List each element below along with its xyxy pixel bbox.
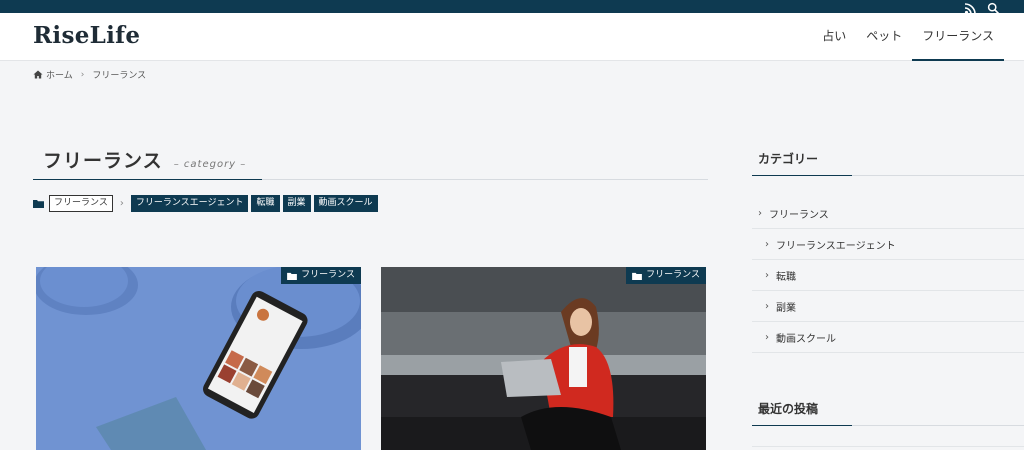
- sidebar: カテゴリー › フリーランス › フリーランスエージェント › 転職 › 副業 …: [752, 140, 1024, 447]
- category-list: › フリーランス › フリーランスエージェント › 転職 › 副業 › 動画スク…: [752, 198, 1024, 353]
- widget-title: カテゴリー: [752, 140, 1024, 176]
- chevron-right-icon: ›: [765, 238, 769, 250]
- nav-item-freelance[interactable]: フリーランス: [912, 13, 1004, 61]
- site-logo[interactable]: RiseLife: [33, 22, 140, 49]
- folder-icon: [33, 200, 44, 208]
- post-thumbnail: [36, 267, 361, 450]
- tag-child[interactable]: フリーランスエージェント: [130, 195, 249, 212]
- folder-icon: [632, 272, 643, 280]
- tag-child[interactable]: 副業: [282, 195, 311, 212]
- nav-item-pet[interactable]: ペット: [856, 13, 912, 61]
- widget-title-label: カテゴリー: [752, 140, 852, 176]
- breadcrumb: ホーム › フリーランス: [33, 68, 146, 81]
- category-item[interactable]: › フリーランスエージェント: [752, 229, 1024, 260]
- tag-child[interactable]: 転職: [251, 195, 280, 212]
- home-icon: [33, 70, 43, 79]
- chevron-right-icon: ›: [765, 269, 769, 281]
- recent-posts-widget: 最近の投稿: [752, 390, 1024, 447]
- post-thumbnail: [381, 267, 706, 450]
- post-category-badge: フリーランス: [281, 267, 361, 284]
- folder-icon: [287, 272, 298, 280]
- post-category-badge: フリーランス: [626, 267, 706, 284]
- chevron-right-icon: ›: [80, 69, 85, 80]
- tag-current[interactable]: フリーランス: [49, 195, 113, 212]
- site-header: RiseLife 占い ペット フリーランス: [0, 13, 1024, 61]
- page-subtitle: – category –: [173, 159, 247, 170]
- divider: [752, 446, 1024, 447]
- category-header: フリーランス – category –: [33, 140, 708, 180]
- top-bar: [0, 0, 1024, 15]
- chevron-right-icon: ›: [758, 207, 762, 219]
- widget-title: 最近の投稿: [752, 390, 1024, 426]
- widget-title-label: 最近の投稿: [752, 390, 852, 426]
- category-item[interactable]: › フリーランス: [752, 198, 1024, 229]
- page-title: フリーランス: [43, 150, 163, 172]
- category-item[interactable]: › 副業: [752, 291, 1024, 322]
- chevron-right-icon: ›: [765, 300, 769, 312]
- breadcrumb-home[interactable]: ホーム: [46, 68, 73, 81]
- post-card[interactable]: フリーランス: [36, 267, 361, 450]
- rss-icon[interactable]: [964, 0, 977, 15]
- chevron-right-icon: ›: [119, 198, 124, 209]
- tag-child[interactable]: 動画スクール: [313, 195, 378, 212]
- category-item[interactable]: › 転職: [752, 260, 1024, 291]
- global-nav: 占い ペット フリーランス: [812, 13, 1004, 61]
- post-card[interactable]: フリーランス: [381, 267, 706, 450]
- category-tag-list: フリーランス › フリーランスエージェント 転職 副業 動画スクール: [33, 195, 381, 212]
- search-icon[interactable]: [987, 0, 1000, 15]
- breadcrumb-current: フリーランス: [92, 71, 147, 81]
- chevron-right-icon: ›: [765, 331, 769, 343]
- category-item[interactable]: › 動画スクール: [752, 322, 1024, 353]
- nav-item-uranai[interactable]: 占い: [812, 13, 856, 61]
- category-widget: カテゴリー › フリーランス › フリーランスエージェント › 転職 › 副業 …: [752, 140, 1024, 353]
